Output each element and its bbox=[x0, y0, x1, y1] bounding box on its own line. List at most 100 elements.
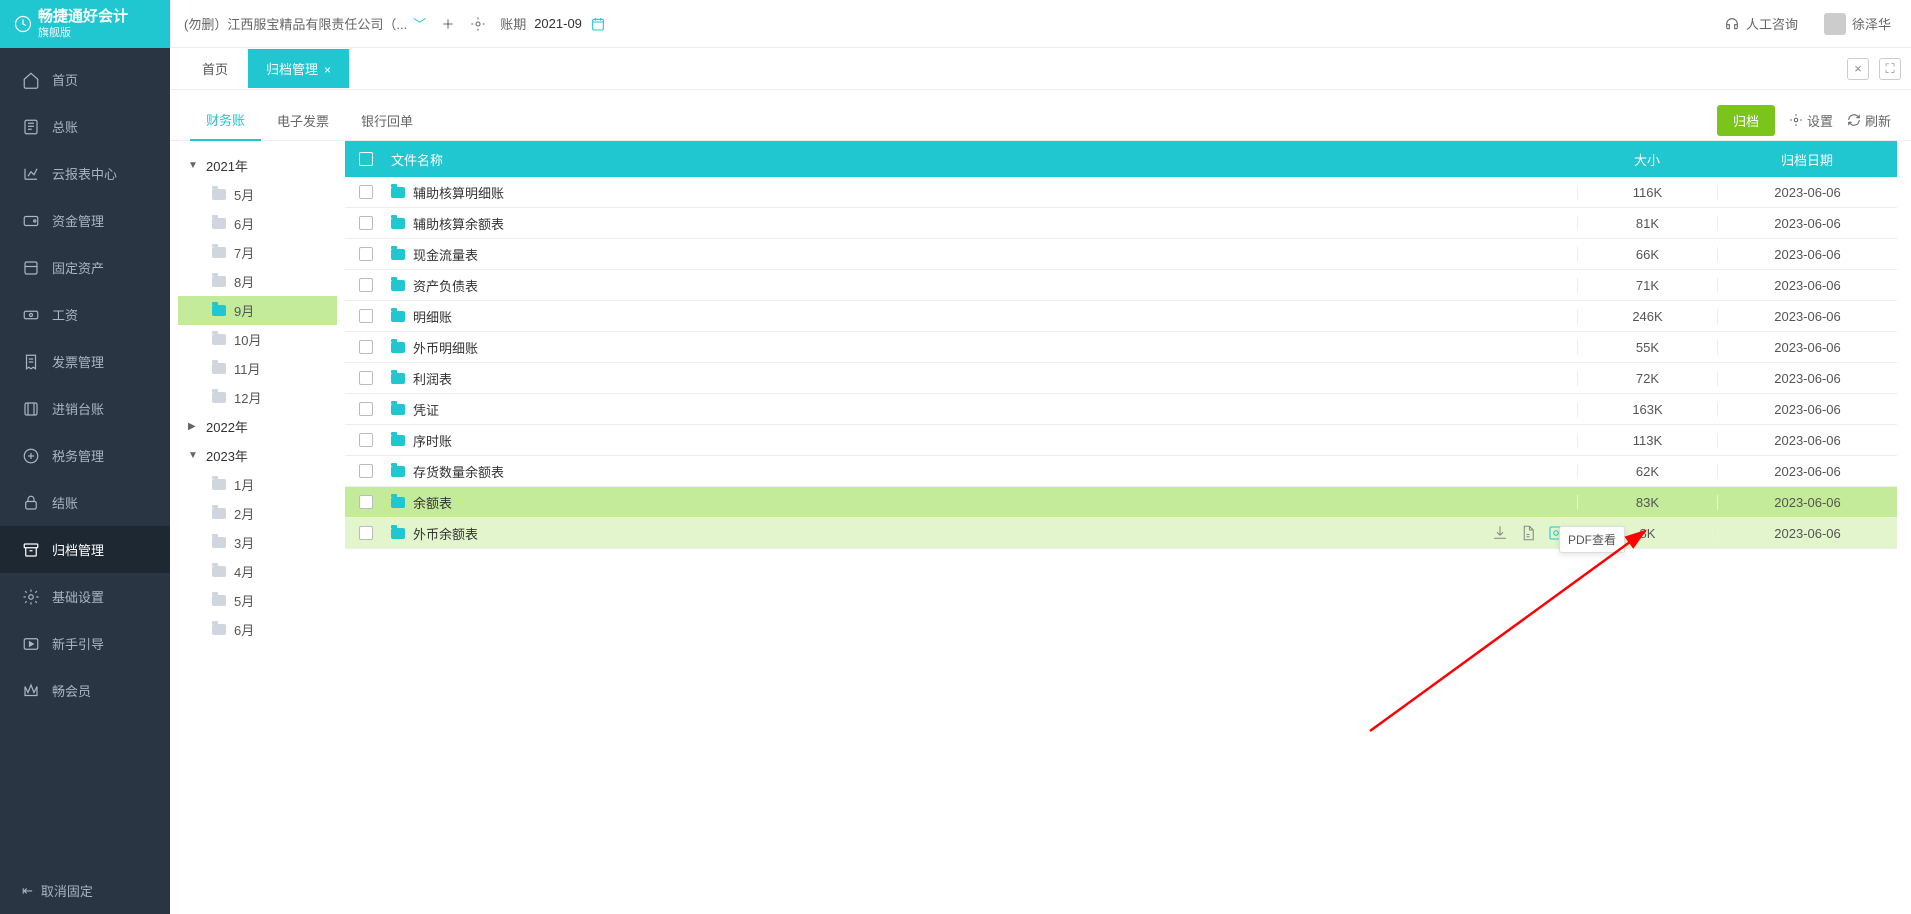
tax-icon bbox=[22, 447, 40, 465]
archive-button[interactable]: 归档 bbox=[1717, 105, 1775, 136]
nav-label: 税务管理 bbox=[52, 446, 104, 465]
settings-icon[interactable] bbox=[470, 16, 486, 32]
checkbox[interactable] bbox=[359, 216, 373, 230]
table-row[interactable]: 利润表72K2023-06-06 bbox=[345, 363, 1897, 394]
checkbox[interactable] bbox=[359, 247, 373, 261]
nav-settings[interactable]: 基础设置 bbox=[0, 573, 170, 620]
subtab-einvoice[interactable]: 电子发票 bbox=[261, 101, 345, 140]
nav-funds[interactable]: 资金管理 bbox=[0, 197, 170, 244]
nav-label: 新手引导 bbox=[52, 634, 104, 653]
tab-archive[interactable]: 归档管理× bbox=[248, 49, 349, 88]
table-row[interactable]: 凭证163K2023-06-06 bbox=[345, 394, 1897, 425]
checkbox[interactable] bbox=[359, 371, 373, 385]
table-row[interactable]: 序时账113K2023-06-06 bbox=[345, 425, 1897, 456]
tree-month[interactable]: 2月 bbox=[178, 499, 337, 528]
add-button[interactable] bbox=[440, 16, 456, 32]
subtab-bank[interactable]: 银行回单 bbox=[345, 101, 429, 140]
row-actions: PDF查看 bbox=[1491, 524, 1565, 542]
table-row[interactable]: 现金流量表66K2023-06-06 bbox=[345, 239, 1897, 270]
nav-home[interactable]: 首页 bbox=[0, 56, 170, 103]
tree-label: 2月 bbox=[234, 504, 254, 523]
nav-member[interactable]: 畅会员 bbox=[0, 667, 170, 714]
tree-year-2023[interactable]: ▼2023年 bbox=[178, 441, 337, 470]
period-selector[interactable]: 账期 2021-09 bbox=[500, 14, 606, 33]
table-row[interactable]: 辅助核算明细账116K2023-06-06 bbox=[345, 177, 1897, 208]
checkbox[interactable] bbox=[359, 340, 373, 354]
nav-report[interactable]: 云报表中心 bbox=[0, 150, 170, 197]
tree-month[interactable]: 6月 bbox=[178, 209, 337, 238]
company-selector[interactable]: (勿删）江西服宝精品有限责任公司（... ﹀ bbox=[184, 14, 426, 33]
tree-month-active[interactable]: 9月 bbox=[178, 296, 337, 325]
table-row[interactable]: 外币明细账55K2023-06-06 bbox=[345, 332, 1897, 363]
nav-invoice[interactable]: 发票管理 bbox=[0, 338, 170, 385]
subtab-label: 财务账 bbox=[206, 113, 245, 128]
refresh-link[interactable]: 刷新 bbox=[1847, 111, 1891, 130]
table-row[interactable]: 存货数量余额表62K2023-06-06 bbox=[345, 456, 1897, 487]
checkbox[interactable] bbox=[359, 495, 373, 509]
close-icon[interactable]: × bbox=[324, 63, 331, 77]
user-menu[interactable]: 徐泽华 bbox=[1818, 9, 1897, 39]
support-link[interactable]: 人工咨询 bbox=[1718, 10, 1804, 37]
folder-icon bbox=[212, 479, 226, 490]
table-row[interactable]: 辅助核算余额表81K2023-06-06 bbox=[345, 208, 1897, 239]
tree-month[interactable]: 3月 bbox=[178, 528, 337, 557]
download-icon[interactable] bbox=[1491, 524, 1509, 542]
tree-month[interactable]: 6月 bbox=[178, 615, 337, 644]
nav-label: 资金管理 bbox=[52, 211, 104, 230]
tree-month[interactable]: 12月 bbox=[178, 383, 337, 412]
tree-month[interactable]: 11月 bbox=[178, 354, 337, 383]
nav-tax[interactable]: 税务管理 bbox=[0, 432, 170, 479]
checkbox[interactable] bbox=[359, 309, 373, 323]
header-date: 归档日期 bbox=[1717, 150, 1897, 169]
topbar: (勿删）江西服宝精品有限责任公司（... ﹀ 账期 2021-09 人工咨询 徐… bbox=[170, 0, 1911, 48]
tree-month[interactable]: 5月 bbox=[178, 586, 337, 615]
file-size: 72K bbox=[1577, 371, 1717, 386]
pdf-icon[interactable] bbox=[1519, 524, 1537, 542]
nav-guide[interactable]: 新手引导 bbox=[0, 620, 170, 667]
tab-home[interactable]: 首页 bbox=[184, 49, 246, 88]
file-date: 2023-06-06 bbox=[1717, 247, 1897, 262]
checkbox[interactable] bbox=[359, 526, 373, 540]
tree-month[interactable]: 8月 bbox=[178, 267, 337, 296]
nav-ledger[interactable]: 总账 bbox=[0, 103, 170, 150]
checkbox[interactable] bbox=[359, 402, 373, 416]
tree-year-2022[interactable]: ▶2022年 bbox=[178, 412, 337, 441]
tree-label: 7月 bbox=[234, 243, 254, 262]
nav-closing[interactable]: 结账 bbox=[0, 479, 170, 526]
file-name: 明细账 bbox=[413, 307, 452, 326]
nav-inventory[interactable]: 进销台账 bbox=[0, 385, 170, 432]
subtab-finance[interactable]: 财务账 bbox=[190, 100, 261, 141]
tree-month[interactable]: 7月 bbox=[178, 238, 337, 267]
file-folder-icon bbox=[391, 466, 405, 477]
nav-salary[interactable]: 工资 bbox=[0, 291, 170, 338]
table-row[interactable]: 明细账246K2023-06-06 bbox=[345, 301, 1897, 332]
tree-month[interactable]: 5月 bbox=[178, 180, 337, 209]
folder-icon bbox=[212, 595, 226, 606]
nav-asset[interactable]: 固定资产 bbox=[0, 244, 170, 291]
checkbox[interactable] bbox=[359, 433, 373, 447]
file-date: 2023-06-06 bbox=[1717, 495, 1897, 510]
settings-link[interactable]: 设置 bbox=[1789, 111, 1833, 130]
checkbox[interactable] bbox=[359, 185, 373, 199]
table-row[interactable]: 资产负债表71K2023-06-06 bbox=[345, 270, 1897, 301]
table-row[interactable]: 外币余额表PDF查看8K2023-06-06 bbox=[345, 518, 1897, 549]
tree-month[interactable]: 10月 bbox=[178, 325, 337, 354]
fullscreen-button[interactable]: ⛶ bbox=[1879, 58, 1901, 80]
table-row[interactable]: 余额表83K2023-06-06 bbox=[345, 487, 1897, 518]
file-name: 序时账 bbox=[413, 431, 452, 450]
tree-month[interactable]: 1月 bbox=[178, 470, 337, 499]
tab-close-all[interactable]: × bbox=[1847, 58, 1869, 80]
nav-archive[interactable]: 归档管理 bbox=[0, 526, 170, 573]
link-label: 刷新 bbox=[1865, 111, 1891, 130]
file-name: 余额表 bbox=[413, 493, 452, 512]
checkbox-all[interactable] bbox=[359, 152, 373, 166]
tree-year-2021[interactable]: ▼2021年 bbox=[178, 151, 337, 180]
nav-label: 首页 bbox=[52, 70, 78, 89]
file-size: 246K bbox=[1577, 309, 1717, 324]
checkbox[interactable] bbox=[359, 464, 373, 478]
folder-icon bbox=[212, 537, 226, 548]
sidebar-unpin[interactable]: ⇤ 取消固定 bbox=[0, 867, 170, 914]
file-folder-icon bbox=[391, 373, 405, 384]
checkbox[interactable] bbox=[359, 278, 373, 292]
tree-month[interactable]: 4月 bbox=[178, 557, 337, 586]
